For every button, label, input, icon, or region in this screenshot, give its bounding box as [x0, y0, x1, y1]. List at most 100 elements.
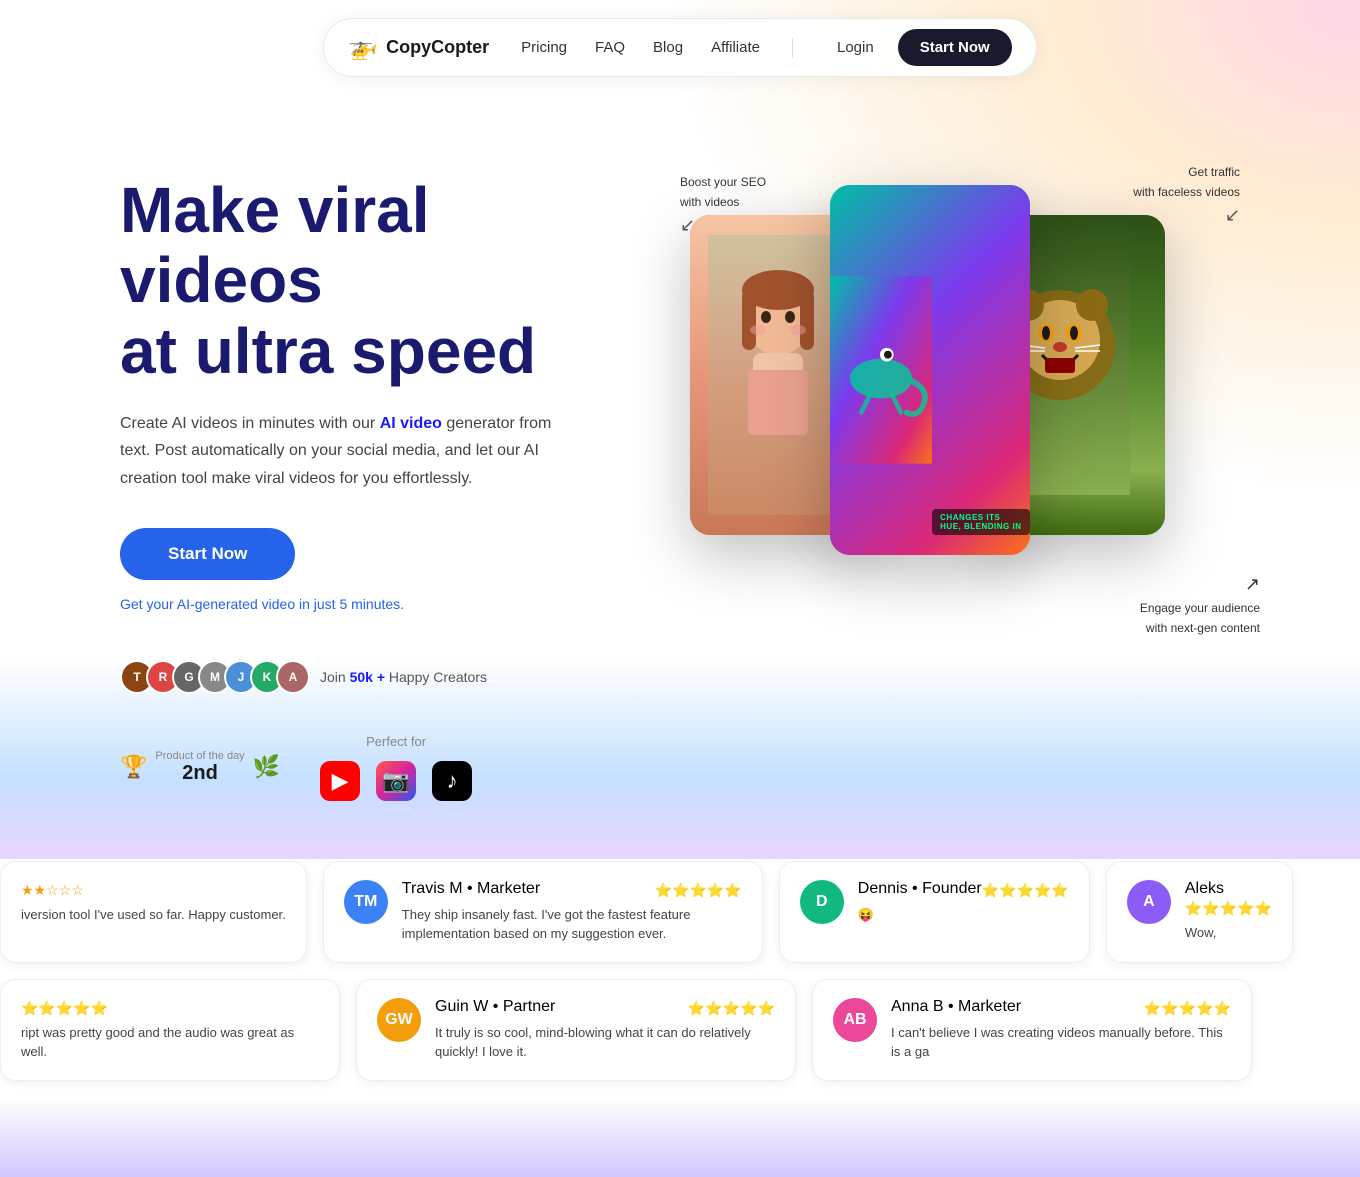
start-now-button-hero[interactable]: Start Now: [120, 528, 295, 580]
reviewer-role-dennis-val: Founder: [922, 880, 982, 897]
laurel-left: 🏆: [120, 754, 147, 780]
stars-guin: ⭐⭐⭐⭐⭐: [688, 1000, 775, 1017]
navbar: 🚁 CopyCopter Pricing FAQ Blog Affiliate …: [0, 0, 1360, 95]
product-day-label: Product of the day: [155, 750, 244, 762]
hero-title-line2: at ultra speed: [120, 315, 536, 387]
perfect-for: Perfect for ▶ 📷 ♪: [320, 734, 472, 801]
social-proof: T R G M J K A Join 50k + Happy Creators …: [120, 660, 640, 801]
review-text-anna: I can't believe I was creating videos ma…: [891, 1023, 1231, 1062]
nav-blog[interactable]: Blog: [653, 39, 683, 56]
ann-traffic-line1: Get traffic: [1188, 165, 1240, 179]
review-content-aleks: Aleks ⭐⭐⭐⭐⭐ Wow,: [1185, 880, 1272, 943]
tiktok-icon: ♪: [432, 761, 472, 801]
join-label: Join: [320, 669, 346, 685]
social-count: 50k +: [350, 669, 385, 685]
stars-aleks: ⭐⭐⭐⭐⭐: [1185, 900, 1272, 917]
avatar: A: [276, 660, 310, 694]
reviewer-name-guin: Guin W: [435, 998, 488, 1015]
phone-center: CHANGES ITS HUE, BLENDING IN: [830, 185, 1030, 555]
hero-title: Make viral videos at ultra speed: [120, 175, 640, 386]
reviewer-meta-anna: Anna B • Marketer: [891, 998, 1021, 1016]
reviewer-role-anna: •: [948, 998, 958, 1015]
review-content-guin: Guin W • Partner ⭐⭐⭐⭐⭐ It truly is so co…: [435, 998, 775, 1062]
avatar-anna: AB: [833, 998, 877, 1042]
reviewer-role-travis: •: [467, 880, 477, 897]
reviewer-info-partial: ★★☆☆☆ iversion tool I've used so far. Ha…: [21, 880, 286, 925]
product-day-rank: 2nd: [155, 762, 244, 785]
hero-left: Make viral videos at ultra speed Create …: [120, 155, 640, 801]
login-button[interactable]: Login: [825, 33, 886, 62]
reviewer-meta-guin: Guin W • Partner: [435, 998, 555, 1016]
hero-title-line1: Make viral videos: [120, 174, 430, 316]
reviewer-name-anna: Anna B: [891, 998, 943, 1015]
review-text-dennis: 😝: [858, 905, 1069, 925]
badge-text: Product of the day 2nd: [155, 750, 244, 785]
start-now-button-nav[interactable]: Start Now: [898, 29, 1012, 66]
stars-partial2: ⭐⭐⭐⭐⭐: [21, 1000, 319, 1017]
navbar-inner: 🚁 CopyCopter Pricing FAQ Blog Affiliate …: [323, 18, 1036, 77]
review-card-partial-left2: ⭐⭐⭐⭐⭐ ript was pretty good and the audio…: [0, 979, 340, 1081]
review-content-dennis: Dennis • Founder ⭐⭐⭐⭐⭐ 😝: [858, 880, 1069, 925]
nav-faq[interactable]: FAQ: [595, 39, 625, 56]
review-content-partial2: ⭐⭐⭐⭐⭐ ript was pretty good and the audio…: [21, 998, 319, 1062]
avatars-section: T R G M J K A Join 50k + Happy Creators: [120, 660, 487, 694]
join-text: Join 50k + Happy Creators: [320, 669, 487, 685]
reviewer-meta-travis: Travis M • Marketer: [402, 880, 540, 898]
stars-anna: ⭐⭐⭐⭐⭐: [1144, 1000, 1231, 1017]
review-header-dennis: Dennis • Founder ⭐⭐⭐⭐⭐: [858, 880, 1069, 899]
perfect-label: Perfect for: [366, 734, 426, 749]
reviewer-name-dennis: Dennis: [858, 880, 908, 897]
product-badge: 🏆 Product of the day 2nd 🌿: [120, 750, 280, 785]
avatar-aleks: A: [1127, 880, 1171, 924]
avatar-dennis: D: [800, 880, 844, 924]
hero-sub-link[interactable]: Get your AI-generated video in just 5 mi…: [120, 596, 640, 612]
review-text-partial: iversion tool I've used so far. Happy cu…: [21, 905, 286, 925]
platform-icons: ▶ 📷 ♪: [320, 761, 472, 801]
review-header-anna: Anna B • Marketer ⭐⭐⭐⭐⭐: [891, 998, 1231, 1017]
avatars-group: T R G M J K A: [120, 660, 310, 694]
nav-divider: [792, 38, 793, 58]
stars-partial: ★★☆☆☆: [21, 882, 286, 899]
review-text-partial2: ript was pretty good and the audio was g…: [21, 1023, 319, 1062]
reviewer-meta-dennis: Dennis • Founder: [858, 880, 982, 898]
reviewer-role-travis-val: Marketer: [477, 880, 540, 897]
avatar-guin: GW: [377, 998, 421, 1042]
nav-actions: Login Start Now: [825, 29, 1012, 66]
review-content-anna: Anna B • Marketer ⭐⭐⭐⭐⭐ I can't believe …: [891, 998, 1231, 1062]
hero-desc-plain: Create AI videos in minutes with our: [120, 415, 380, 432]
nav-affiliate[interactable]: Affiliate: [711, 39, 760, 56]
chameleon-illustration: [830, 205, 932, 535]
reviewer-role-guin: •: [493, 998, 503, 1015]
logo[interactable]: 🚁 CopyCopter: [348, 33, 489, 62]
hero-phones: Boost your SEO with videos ↙ Get traffic…: [660, 155, 1240, 715]
logo-icon: 🚁: [348, 33, 378, 62]
reviewer-role-dennis: •: [912, 880, 922, 897]
logo-text: CopyCopter: [386, 37, 489, 58]
review-card-aleks: A Aleks ⭐⭐⭐⭐⭐ Wow,: [1106, 861, 1293, 963]
review-text-travis: They ship insanely fast. I've got the fa…: [402, 905, 742, 944]
nav-pricing[interactable]: Pricing: [521, 39, 567, 56]
reviewer-meta-aleks: Aleks: [1185, 880, 1272, 898]
hero-description: Create AI videos in minutes with our AI …: [120, 410, 580, 492]
annotation-traffic: Get traffic with faceless videos ↙: [1133, 165, 1240, 226]
annotation-seo: Boost your SEO with videos ↙: [680, 175, 766, 236]
review-card-partial-left: ★★☆☆☆ iversion tool I've used so far. Ha…: [0, 861, 307, 963]
hero-section: Make viral videos at ultra speed Create …: [0, 95, 1360, 841]
review-card-travis: TM Travis M • Marketer ⭐⭐⭐⭐⭐ They ship i…: [323, 861, 763, 963]
reviewer-name-aleks: Aleks: [1185, 880, 1224, 897]
review-card-guin: GW Guin W • Partner ⭐⭐⭐⭐⭐ It truly is so…: [356, 979, 796, 1081]
reviewer-role-guin-val: Partner: [503, 998, 555, 1015]
ann-arrow-traffic: ↙: [1225, 205, 1240, 226]
ann-engage-arrow: ↗: [1245, 574, 1260, 595]
ann-arrow-seo: ↙: [680, 215, 695, 236]
stars-travis: ⭐⭐⭐⭐⭐: [655, 882, 742, 899]
reviews-row-1: ★★☆☆☆ iversion tool I've used so far. Ha…: [0, 861, 1360, 979]
youtube-icon: ▶: [320, 761, 360, 801]
reviews-section: ★★☆☆☆ iversion tool I've used so far. Ha…: [0, 841, 1360, 1117]
happy-creators: Happy Creators: [389, 669, 487, 685]
person-illustration: [708, 235, 848, 515]
review-text-aleks: Wow,: [1185, 923, 1272, 943]
instagram-icon: 📷: [376, 761, 416, 801]
laurel-right: 🌿: [253, 754, 280, 780]
annotation-engage: ↗ Engage your audience with next-gen con…: [1140, 574, 1260, 635]
